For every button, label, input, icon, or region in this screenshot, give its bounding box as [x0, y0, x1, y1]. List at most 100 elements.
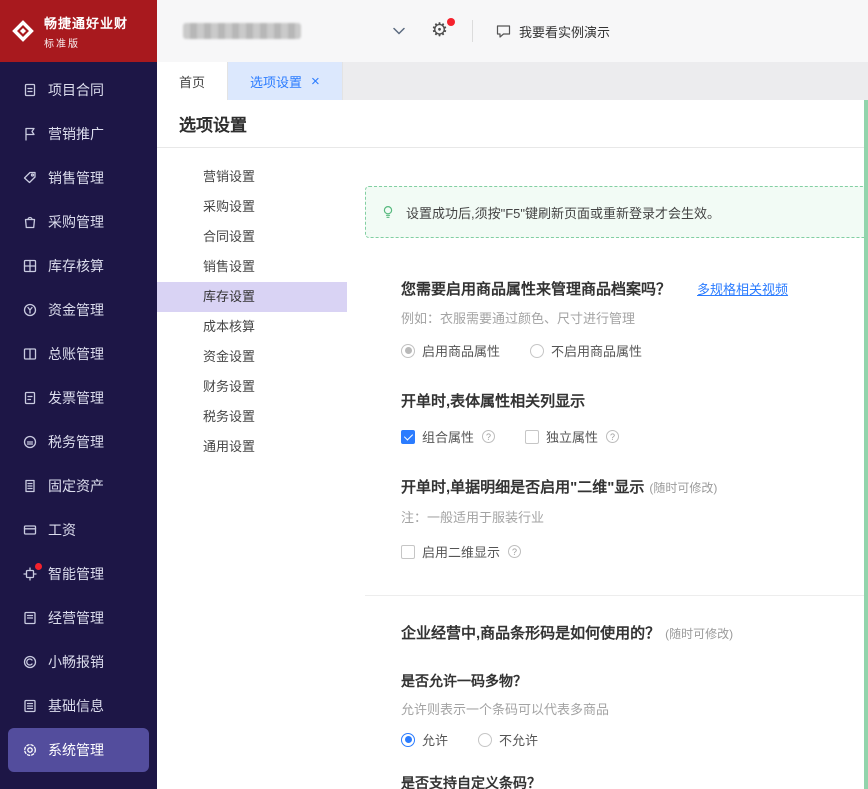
settings-nav-item-finance[interactable]: 财务设置 — [157, 372, 347, 402]
question-one-code-multi-items: 是否允许一码多物？ 允许则表示一个条码可以代表多商品 允许 不允许 — [401, 671, 828, 749]
checkbox-combined-attributes[interactable]: 组合属性 ? — [401, 427, 496, 446]
sidebar-item-label: 经营管理 — [48, 610, 104, 626]
notification-dot — [35, 563, 42, 570]
radio-allow[interactable]: 允许 — [401, 730, 448, 749]
sidebar-item-fixed-assets[interactable]: 固定资产 — [0, 464, 157, 508]
checkbox-independent-attributes[interactable]: 独立属性 ? — [525, 427, 620, 446]
radio-label: 启用商品属性 — [422, 344, 501, 359]
sidebar-item-label: 智能管理 — [48, 566, 104, 582]
right-edge-strip — [864, 100, 868, 789]
tab-home[interactable]: 首页 — [157, 62, 229, 100]
sidebar-item-label: 固定资产 — [48, 478, 104, 494]
settings-nav-item-funds[interactable]: 资金设置 — [157, 342, 347, 372]
settings-nav-item-tax[interactable]: 税务设置 — [157, 402, 347, 432]
settings-nav-item-sales[interactable]: 销售设置 — [157, 252, 347, 282]
sidebar-item-label: 小畅报销 — [48, 654, 104, 670]
radio-disable-product-attributes[interactable]: 不启用商品属性 — [530, 341, 642, 360]
multi-spec-video-link[interactable]: 多规格相关视频 — [697, 282, 788, 297]
radio-unselected-icon — [530, 343, 545, 358]
radio-selected-icon — [401, 343, 415, 358]
checkbox-enable-two-dim[interactable]: 启用二维显示 ? — [401, 542, 522, 561]
contract-icon — [24, 83, 36, 97]
sidebar-nav: 项目合同 营销推广 销售管理 采购管理 库存核算 资金管理 总账管理 发票管理 … — [0, 62, 157, 789]
tab-label: 首页 — [179, 74, 206, 90]
question-title: 是否允许一码多物？ — [401, 673, 527, 689]
gear-notification-dot — [447, 18, 456, 26]
gear-icon: ⚙ — [431, 20, 449, 41]
settings-panel: 设置成功后,须按"F5"键刷新页面或重新登录才会生效。 您需要启用商品属性来管理… — [347, 148, 868, 789]
section-divider — [365, 595, 868, 596]
sidebar-item-label: 采购管理 — [48, 214, 104, 230]
settings-nav-item-inventory[interactable]: 库存设置 — [157, 282, 347, 312]
tab-options-settings[interactable]: 选项设置 × — [228, 62, 343, 100]
settings-nav: 营销设置 采购设置 合同设置 销售设置 库存设置 成本核算 资金设置 财务设置 … — [157, 148, 347, 789]
inventory-icon — [23, 259, 37, 273]
radio-label: 允许 — [422, 733, 449, 748]
section-heading: 开单时,单据明细是否启用"二维"显示 — [401, 479, 645, 496]
settings-nav-item-procurement[interactable]: 采购设置 — [157, 192, 347, 222]
section-note: 注：一般适用于服装行业 — [401, 510, 545, 525]
topbar-divider — [472, 20, 474, 42]
chevron-down-icon[interactable] — [393, 27, 405, 35]
sidebar-item-smart-management[interactable]: 智能管理 — [0, 552, 157, 596]
tab-bar: 首页 选项设置 × — [157, 62, 868, 100]
radio-disallow[interactable]: 不允许 — [478, 730, 538, 749]
sidebar-item-label: 资金管理 — [48, 302, 104, 318]
help-icon[interactable]: ? — [606, 430, 620, 443]
checkbox-label: 组合属性 — [422, 430, 475, 445]
settings-gear-button[interactable]: ⚙ — [431, 18, 456, 41]
question-custom-barcode: 是否支持自定义条码？ 启用则表示允许用户定义商品条码解析方案,或是条形码对照表 … — [401, 773, 828, 789]
notice-text: 设置成功后,须按"F5"键刷新页面或重新登录才会生效。 — [406, 205, 721, 221]
content-area: 营销设置 采购设置 合同设置 销售设置 库存设置 成本核算 资金设置 财务设置 … — [157, 148, 868, 789]
heading-suffix: (随时可修改) — [649, 481, 718, 495]
sidebar-item-label: 税务管理 — [48, 434, 104, 450]
invoice-icon — [24, 391, 36, 405]
section-hint: 例如：衣服需要通过颜色、尺寸进行管理 — [401, 311, 636, 326]
question-title: 是否支持自定义条码？ — [401, 775, 541, 789]
sidebar-item-general-ledger[interactable]: 总账管理 — [0, 332, 157, 376]
sidebar-item-inventory-accounting[interactable]: 库存核算 — [0, 244, 157, 288]
sidebar-item-invoice-management[interactable]: 发票管理 — [0, 376, 157, 420]
tab-label: 选项设置 — [250, 74, 303, 90]
help-icon[interactable]: ? — [508, 545, 522, 558]
sidebar-item-label: 总账管理 — [48, 346, 104, 362]
funds-icon — [23, 303, 37, 317]
settings-nav-item-marketing[interactable]: 营销设置 — [157, 162, 347, 192]
section-heading: 企业经营中,商品条形码是如何使用的？ — [401, 625, 661, 642]
sidebar-item-label: 系统管理 — [48, 742, 104, 758]
section-two-dim-display: 开单时,单据明细是否启用"二维"显示 (随时可修改) 注：一般适用于服装行业 启用… — [365, 476, 868, 561]
lightbulb-icon — [383, 205, 393, 218]
basic-info-icon — [24, 699, 36, 713]
demo-link[interactable]: 我要看实例演示 — [495, 22, 610, 41]
radio-enable-product-attributes[interactable]: 启用商品属性 — [401, 341, 500, 360]
sidebar-item-project-contract[interactable]: 项目合同 — [0, 68, 157, 112]
sidebar-item-basic-information[interactable]: 基础信息 — [0, 684, 157, 728]
sidebar-item-operations-management[interactable]: 经营管理 — [0, 596, 157, 640]
sidebar-item-procurement-management[interactable]: 采购管理 — [0, 200, 157, 244]
checkbox-label: 独立属性 — [546, 430, 599, 445]
settings-nav-item-general[interactable]: 通用设置 — [157, 432, 347, 462]
settings-nav-item-cost-accounting[interactable]: 成本核算 — [157, 312, 347, 342]
sidebar-item-system-management[interactable]: 系统管理 — [8, 728, 149, 772]
workspace-selector-redacted[interactable] — [183, 23, 301, 39]
sidebar-item-funds-management[interactable]: 资金管理 — [0, 288, 157, 332]
checkbox-label: 启用二维显示 — [422, 545, 501, 560]
sidebar-item-label: 发票管理 — [48, 390, 104, 406]
sidebar-item-xiaochang-reimbursement[interactable]: 小畅报销 — [0, 640, 157, 684]
sidebar-item-marketing-promotion[interactable]: 营销推广 — [0, 112, 157, 156]
sidebar-item-label: 营销推广 — [48, 126, 104, 142]
system-icon — [24, 744, 36, 756]
brand-logo: 畅捷通好业财 标准版 — [0, 0, 157, 62]
procurement-icon — [24, 216, 36, 229]
sidebar-item-tax-management[interactable]: 税务管理 — [0, 420, 157, 464]
topbar: ⚙ 我要看实例演示 — [157, 0, 868, 62]
radio-unselected-icon — [478, 732, 493, 747]
settings-nav-item-contract[interactable]: 合同设置 — [157, 222, 347, 252]
tab-close-icon[interactable]: × — [311, 74, 320, 89]
sidebar-item-label: 项目合同 — [48, 82, 104, 98]
promotion-icon — [25, 127, 35, 141]
sidebar-item-sales-management[interactable]: 销售管理 — [0, 156, 157, 200]
sidebar-item-payroll[interactable]: 工资 — [0, 508, 157, 552]
help-icon[interactable]: ? — [482, 430, 496, 443]
sidebar-item-label: 销售管理 — [48, 170, 104, 186]
